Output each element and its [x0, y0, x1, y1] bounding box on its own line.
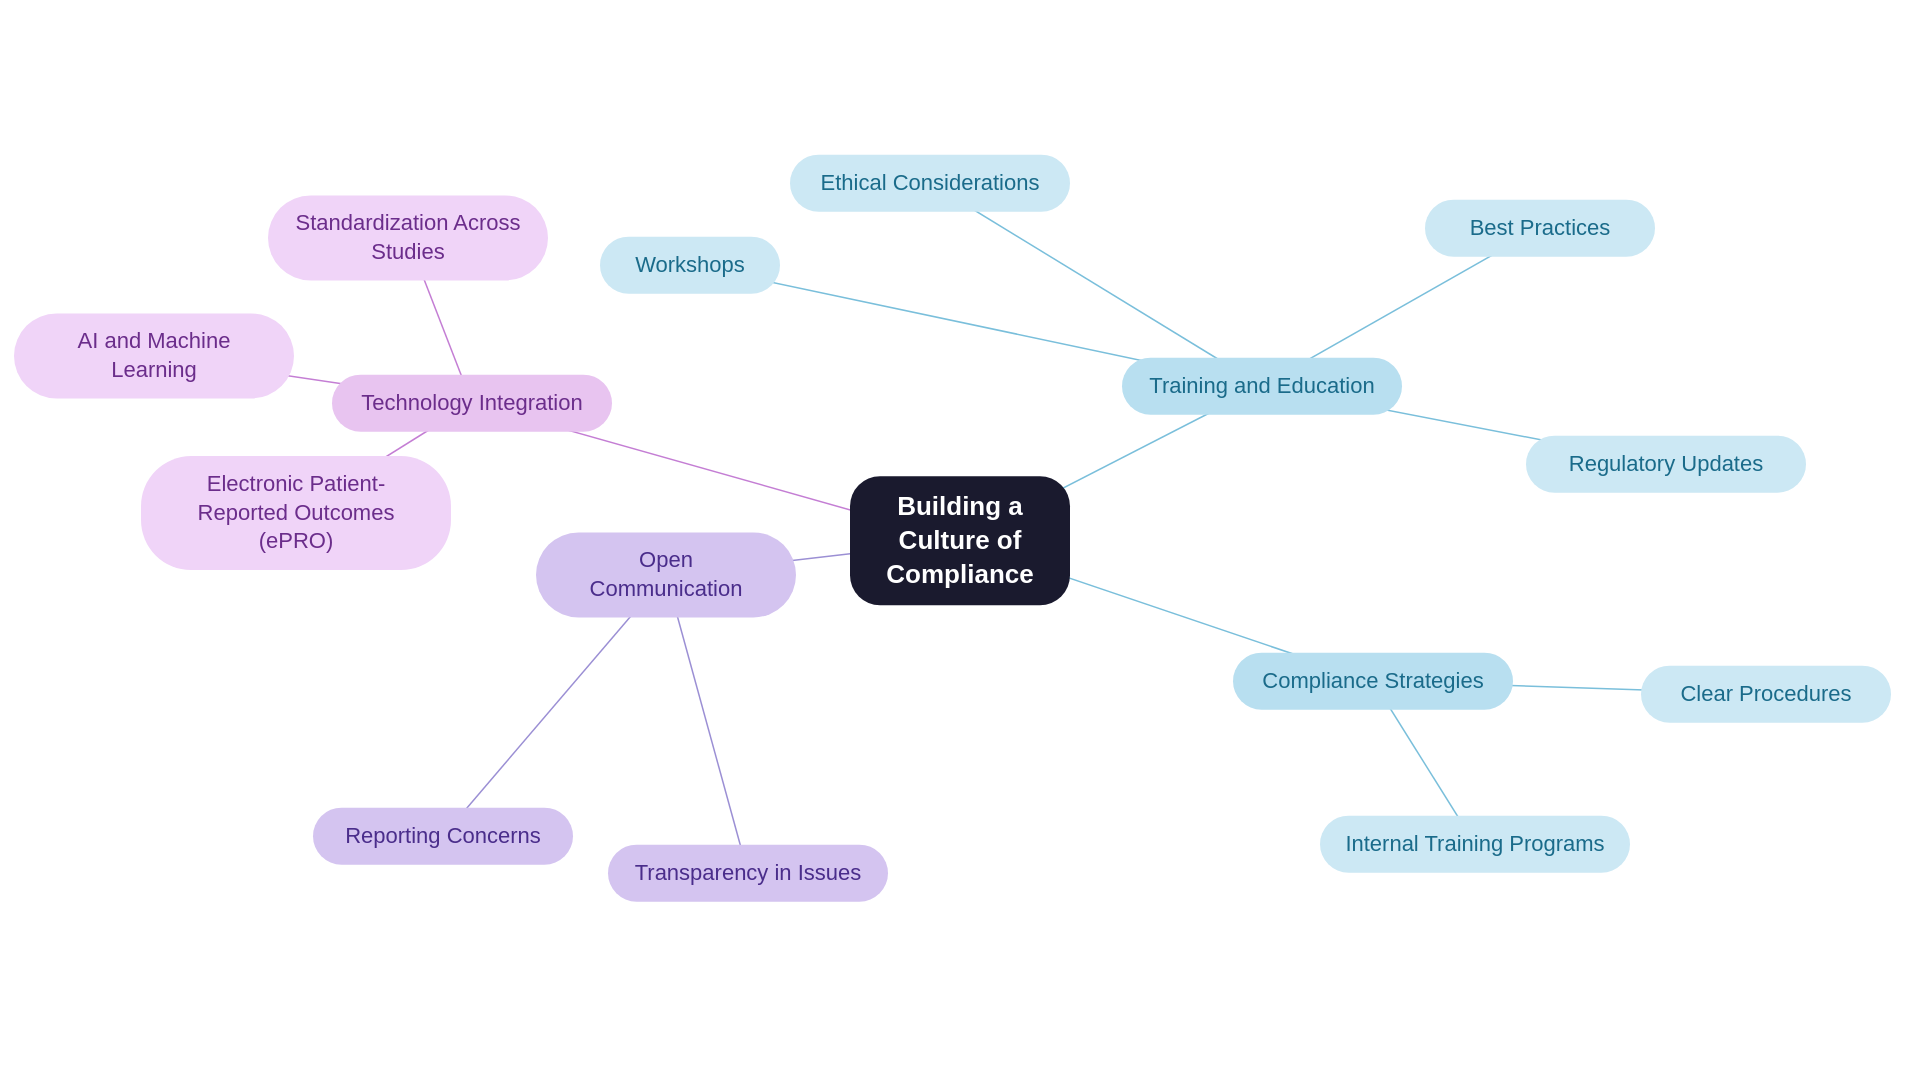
- node-epro[interactable]: Electronic Patient-Reported Outcomes (eP…: [141, 456, 451, 570]
- svg-line-10: [666, 575, 748, 873]
- node-ai-ml[interactable]: AI and Machine Learning: [14, 313, 294, 398]
- node-workshops[interactable]: Workshops: [600, 237, 780, 294]
- node-compliance-strategies[interactable]: Compliance Strategies: [1233, 653, 1513, 710]
- node-center[interactable]: Building a Culture of Compliance: [850, 476, 1070, 605]
- node-regulatory[interactable]: Regulatory Updates: [1526, 436, 1806, 493]
- node-ethical[interactable]: Ethical Considerations: [790, 155, 1070, 212]
- node-tech-integration[interactable]: Technology Integration: [332, 375, 612, 432]
- svg-line-1: [930, 183, 1262, 386]
- node-standardization[interactable]: Standardization Across Studies: [268, 195, 548, 280]
- node-clear-procedures[interactable]: Clear Procedures: [1641, 666, 1891, 723]
- node-transparency[interactable]: Transparency in Issues: [608, 845, 888, 902]
- node-open-comm[interactable]: Open Communication: [536, 532, 796, 617]
- node-training[interactable]: Training and Education: [1122, 358, 1402, 415]
- node-internal-training[interactable]: Internal Training Programs: [1320, 816, 1630, 873]
- node-reporting[interactable]: Reporting Concerns: [313, 808, 573, 865]
- node-best-practices[interactable]: Best Practices: [1425, 200, 1655, 257]
- mindmap-container: Building a Culture of Compliance Training…: [0, 0, 1920, 1083]
